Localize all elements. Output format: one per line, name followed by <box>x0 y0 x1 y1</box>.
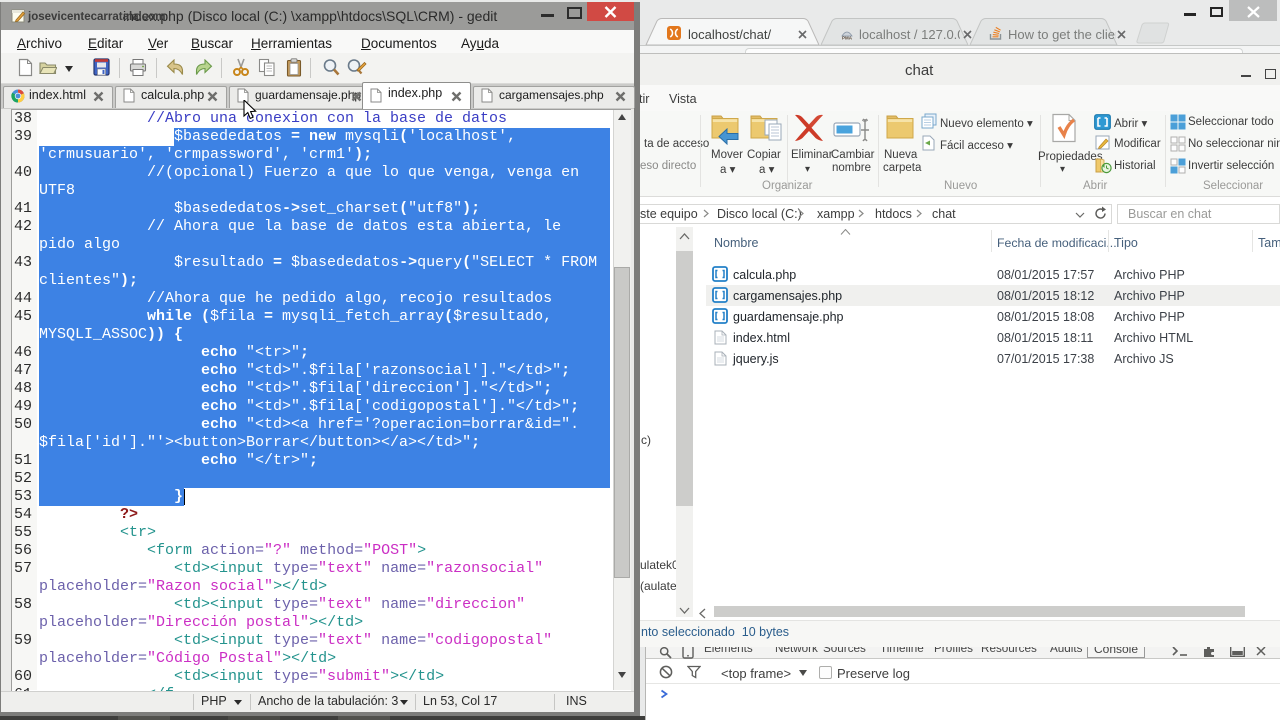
svg-text:PMA: PMA <box>842 36 853 41</box>
